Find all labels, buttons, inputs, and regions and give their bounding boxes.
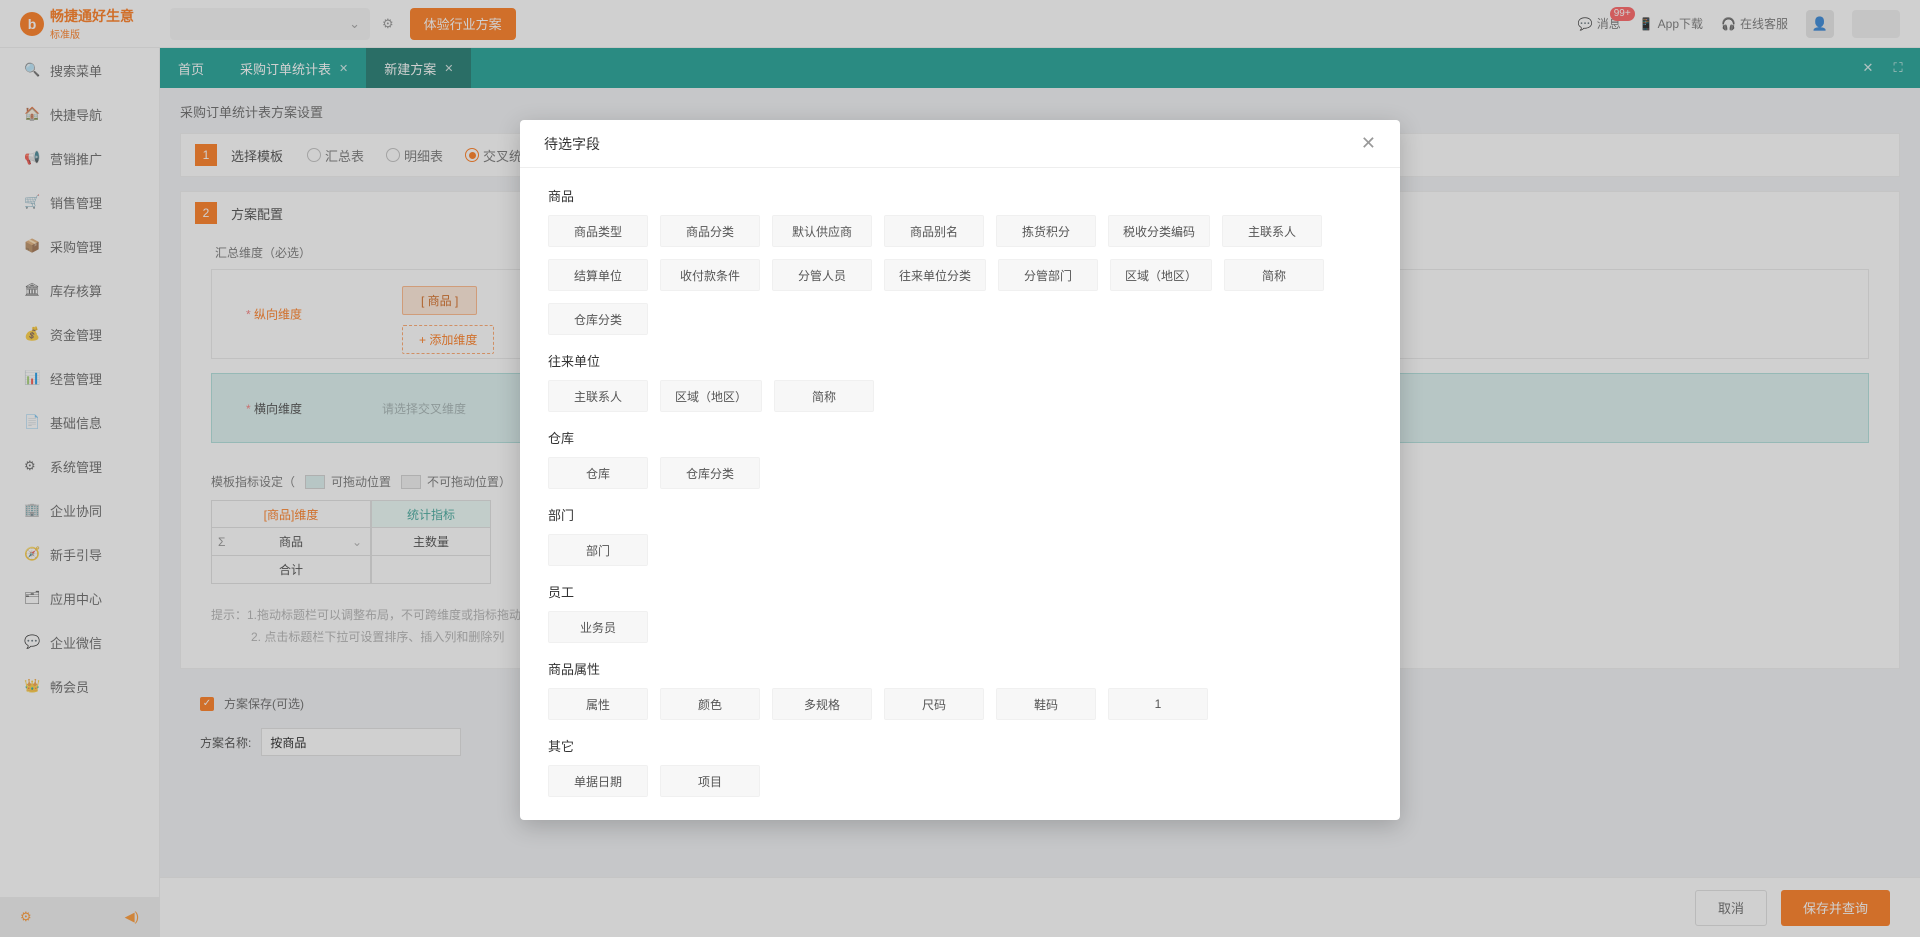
field-chip[interactable]: 1 [1108,688,1208,720]
field-chip[interactable]: 尺码 [884,688,984,720]
field-picker-modal: 待选字段 ✕ 商品商品类型商品分类默认供应商商品别名拣货积分税收分类编码主联系人… [520,120,1400,820]
field-group-0: 商品商品类型商品分类默认供应商商品别名拣货积分税收分类编码主联系人结算单位收付款… [548,186,1372,335]
field-chip[interactable]: 商品分类 [660,215,760,247]
field-group-5: 商品属性属性颜色多规格尺码鞋码 1 [548,659,1372,720]
field-group-title: 往来单位 [548,351,1372,370]
field-group-title: 仓库 [548,428,1372,447]
field-group-6: 其它单据日期项目 [548,736,1372,797]
field-chip[interactable]: 项目 [660,765,760,797]
field-chip[interactable]: 分管人员 [772,259,872,291]
field-chip[interactable]: 区域（地区） [1110,259,1212,291]
field-group-title: 商品属性 [548,659,1372,678]
field-chip[interactable]: 仓库 [548,457,648,489]
field-chip[interactable]: 简称 [1224,259,1324,291]
field-chip[interactable]: 颜色 [660,688,760,720]
modal-title: 待选字段 [544,134,600,154]
field-chip[interactable]: 分管部门 [998,259,1098,291]
field-chip[interactable]: 商品类型 [548,215,648,247]
field-chip[interactable]: 默认供应商 [772,215,872,247]
field-chip[interactable]: 主联系人 [1222,215,1322,247]
field-chip[interactable]: 多规格 [772,688,872,720]
field-chip[interactable]: 往来单位分类 [884,259,986,291]
field-chip[interactable]: 简称 [774,380,874,412]
field-chip[interactable]: 收付款条件 [660,259,760,291]
field-chip[interactable]: 单据日期 [548,765,648,797]
field-chip[interactable]: 仓库分类 [660,457,760,489]
field-chip[interactable]: 区域（地区） [660,380,762,412]
field-group-1: 往来单位主联系人区域（地区） 简称 [548,351,1372,412]
field-chip[interactable]: 结算单位 [548,259,648,291]
modal-overlay[interactable]: 待选字段 ✕ 商品商品类型商品分类默认供应商商品别名拣货积分税收分类编码主联系人… [0,0,1920,937]
field-chip[interactable]: 属性 [548,688,648,720]
field-chip[interactable]: 商品别名 [884,215,984,247]
field-group-title: 员工 [548,582,1372,601]
modal-body: 商品商品类型商品分类默认供应商商品别名拣货积分税收分类编码主联系人结算单位收付款… [520,168,1400,820]
field-chip[interactable]: 业务员 [548,611,648,643]
field-group-title: 商品 [548,186,1372,205]
field-chip[interactable]: 仓库分类 [548,303,648,335]
field-group-title: 其它 [548,736,1372,755]
field-group-title: 部门 [548,505,1372,524]
field-chip[interactable]: 鞋码 [996,688,1096,720]
field-group-2: 仓库仓库仓库分类 [548,428,1372,489]
field-chip[interactable]: 主联系人 [548,380,648,412]
field-chip[interactable]: 拣货积分 [996,215,1096,247]
field-group-3: 部门部门 [548,505,1372,566]
field-chip[interactable]: 税收分类编码 [1108,215,1210,247]
field-group-4: 员工业务员 [548,582,1372,643]
modal-close-button[interactable]: ✕ [1361,133,1376,154]
field-chip[interactable]: 部门 [548,534,648,566]
